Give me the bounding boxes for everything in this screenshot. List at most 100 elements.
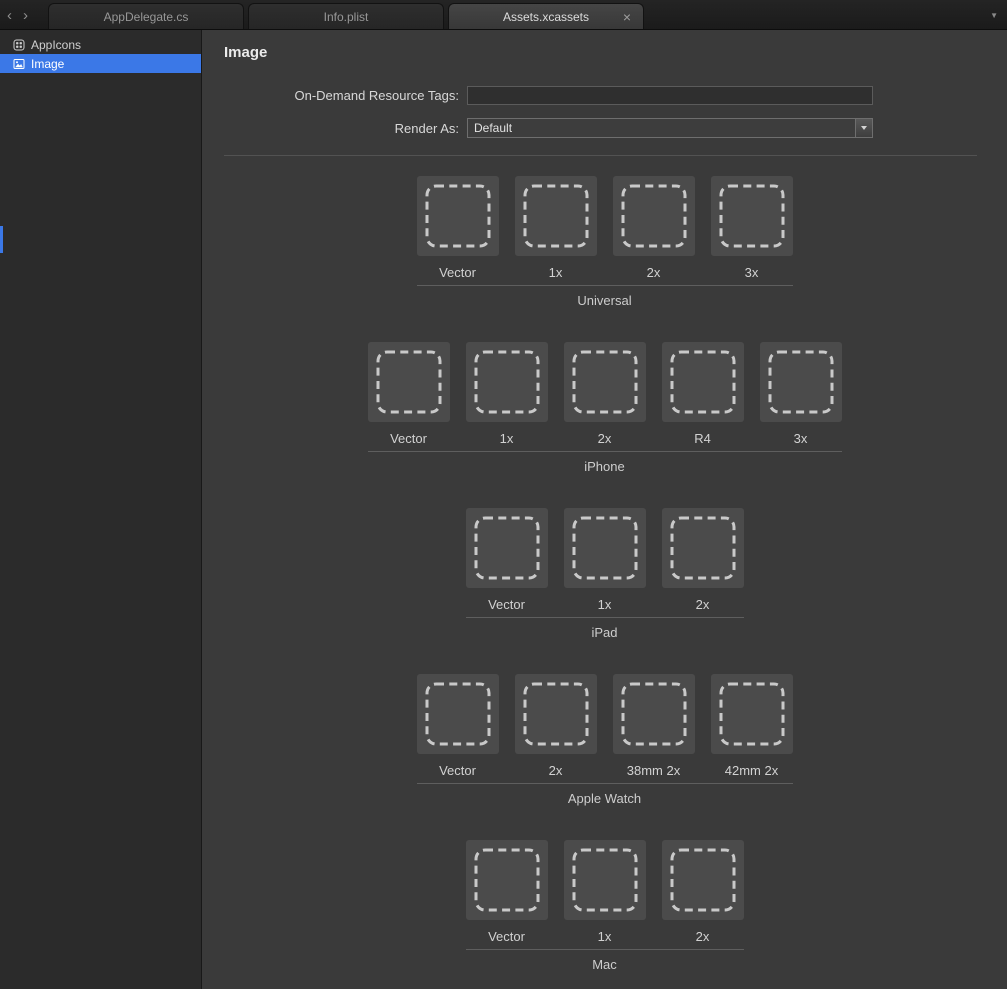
dashed-drop-outline (572, 350, 638, 414)
asset-editor-pane: Image On-Demand Resource Tags: Render As… (202, 30, 1007, 989)
render-as-combo[interactable]: Default (467, 118, 873, 138)
render-as-value: Default (474, 121, 512, 135)
image-well-apple-watch-vector[interactable] (417, 674, 499, 754)
sidebar-item-label: Image (31, 57, 64, 71)
image-well-apple-watch-2x[interactable] (515, 674, 597, 754)
well-cell-apple-watch-42mm-2x: 42mm 2x (711, 674, 793, 778)
wells-row: Vector1x2x (466, 840, 744, 950)
dashed-drop-outline (425, 184, 491, 248)
resource-tags-label: On-Demand Resource Tags: (202, 88, 459, 103)
well-scale-label: 2x (696, 929, 710, 944)
image-well-universal-vector[interactable] (417, 176, 499, 256)
well-scale-label: 1x (598, 929, 612, 944)
well-scale-label: 1x (598, 597, 612, 612)
well-scale-label: 38mm 2x (627, 763, 680, 778)
image-well-apple-watch-38mm-2x[interactable] (613, 674, 695, 754)
well-cell-universal-3x: 3x (711, 176, 793, 280)
chevron-down-icon (861, 126, 867, 130)
group-name: Universal (417, 293, 793, 308)
combo-dropdown-button[interactable] (855, 119, 872, 137)
dashed-drop-outline (621, 682, 687, 746)
well-scale-label: 2x (549, 763, 563, 778)
well-cell-universal-2x: 2x (613, 176, 695, 280)
well-scale-label: 2x (696, 597, 710, 612)
image-well-iphone-vector[interactable] (368, 342, 450, 422)
image-well-ipad-1x[interactable] (564, 508, 646, 588)
well-scale-label: Vector (390, 431, 427, 446)
well-cell-mac-2x: 2x (662, 840, 744, 944)
well-scale-label: Vector (488, 597, 525, 612)
sidebar-item-label: AppIcons (31, 38, 81, 52)
well-scale-label: R4 (694, 431, 711, 446)
asset-sidebar: AppIcons Image (0, 30, 202, 989)
tab-label: AppDelegate.cs (104, 10, 189, 24)
back-button[interactable]: ‹ (7, 8, 12, 23)
image-well-iphone-3x[interactable] (760, 342, 842, 422)
render-as-label: Render As: (202, 121, 459, 136)
image-set-group-ipad: Vector 1x 2x iPad (466, 508, 744, 640)
tab-bar: ‹ › AppDelegate.cs Info.plist Assets.xcass… (0, 0, 1007, 30)
well-cell-ipad-vector: Vector (466, 508, 548, 612)
wells-row: Vector 1x 2x R4 3x (368, 342, 842, 452)
group-name: iPad (466, 625, 744, 640)
image-well-ipad-2x[interactable] (662, 508, 744, 588)
sidebar-item-appicons[interactable]: AppIcons (0, 35, 201, 54)
tab-info-plist[interactable]: Info.plist (248, 3, 444, 29)
well-scale-label: 2x (647, 265, 661, 280)
dashed-drop-outline (474, 516, 540, 580)
image-well-ipad-vector[interactable] (466, 508, 548, 588)
sidebar-item-image[interactable]: Image (0, 54, 201, 73)
image-well-iphone-2x[interactable] (564, 342, 646, 422)
tab-overflow-button[interactable]: ▼ (990, 11, 998, 20)
group-name: iPhone (368, 459, 842, 474)
forward-button[interactable]: › (23, 8, 28, 23)
tab-label: Info.plist (324, 10, 369, 24)
image-well-universal-1x[interactable] (515, 176, 597, 256)
well-scale-label: Vector (439, 265, 476, 280)
well-cell-apple-watch-38mm-2x: 38mm 2x (613, 674, 695, 778)
well-scale-label: Vector (439, 763, 476, 778)
group-name: Apple Watch (417, 791, 793, 806)
dashed-drop-outline (376, 350, 442, 414)
dashed-drop-outline (523, 184, 589, 248)
wells-row: Vector 1x 2x 3x (417, 176, 793, 286)
well-scale-label: 2x (598, 431, 612, 446)
dashed-drop-outline (670, 516, 736, 580)
tab-appdelegate-cs[interactable]: AppDelegate.cs (48, 3, 244, 29)
image-well-mac-vector[interactable] (466, 840, 548, 920)
well-scale-label: 1x (500, 431, 514, 446)
wells-row: Vector 1x 2x (466, 508, 744, 618)
well-cell-universal-1x: 1x (515, 176, 597, 280)
close-icon[interactable]: × (623, 10, 631, 24)
well-cell-apple-watch-2x: 2x (515, 674, 597, 778)
image-well-universal-2x[interactable] (613, 176, 695, 256)
resource-tags-row: On-Demand Resource Tags: (202, 86, 1007, 105)
well-cell-apple-watch-vector: Vector (417, 674, 499, 778)
section-divider (224, 155, 977, 156)
nav-arrows: ‹ › (7, 0, 28, 30)
well-cell-ipad-1x: 1x (564, 508, 646, 612)
image-well-mac-1x[interactable] (564, 840, 646, 920)
resource-tags-input[interactable] (467, 86, 873, 105)
well-scale-label: 1x (549, 265, 563, 280)
image-well-universal-3x[interactable] (711, 176, 793, 256)
well-cell-iphone-2x: 2x (564, 342, 646, 446)
dashed-drop-outline (523, 682, 589, 746)
appicons-icon (13, 39, 25, 51)
image-well-mac-2x[interactable] (662, 840, 744, 920)
image-icon (13, 58, 25, 70)
well-scale-label: 42mm 2x (725, 763, 778, 778)
tab-assets-xcassets[interactable]: Assets.xcassets × (448, 3, 644, 29)
dashed-drop-outline (768, 350, 834, 414)
image-well-iphone-r4[interactable] (662, 342, 744, 422)
image-well-apple-watch-42mm-2x[interactable] (711, 674, 793, 754)
image-set-groups: Vector 1x 2x 3x Universal Vector 1x 2x R4 3x iPhon… (202, 176, 1007, 972)
image-set-group-universal: Vector 1x 2x 3x Universal (417, 176, 793, 308)
well-scale-label: 3x (794, 431, 808, 446)
image-well-iphone-1x[interactable] (466, 342, 548, 422)
well-cell-ipad-2x: 2x (662, 508, 744, 612)
well-cell-universal-vector: Vector (417, 176, 499, 280)
asset-form: On-Demand Resource Tags: Render As: Defa… (202, 86, 1007, 138)
dashed-drop-outline (572, 848, 638, 912)
tab-label: Assets.xcassets (503, 10, 589, 24)
